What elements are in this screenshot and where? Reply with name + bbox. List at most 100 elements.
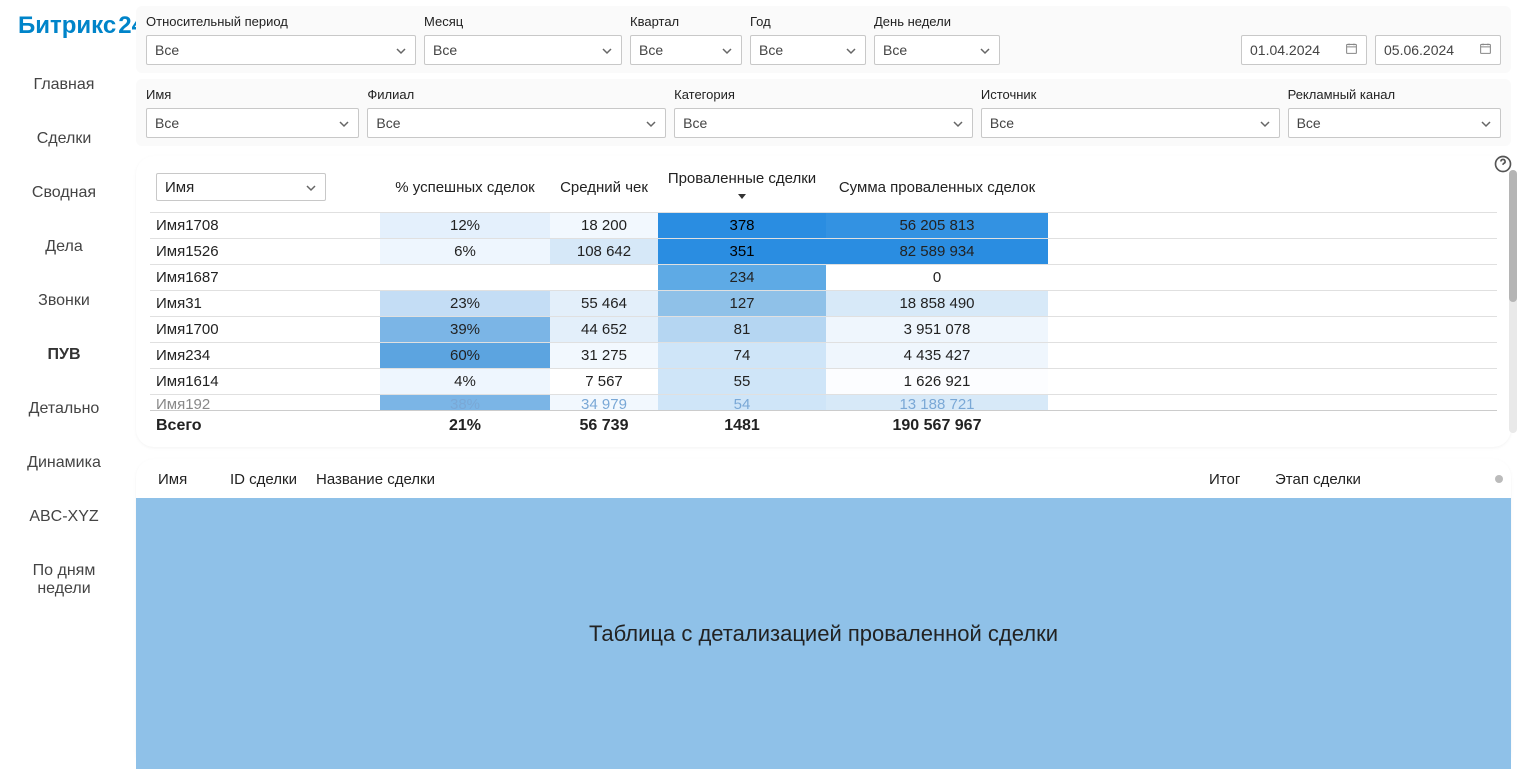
table-row[interactable]: Имя170039%44 652813 951 078 [150,317,1497,343]
cell-fail: 234 [658,265,826,291]
filter-value: Все [433,42,457,58]
chevron-down-icon [338,117,350,129]
calendar-icon [1479,42,1492,58]
cell-name: Имя1526 [150,239,380,265]
filter-value: Все [155,115,179,131]
cell-pct: 6% [380,239,550,265]
summary-table: Имя % успешных сделок Средний чек Провал… [150,166,1497,439]
chevron-down-icon [645,117,657,129]
cell-name: Имя1614 [150,369,380,395]
cell-name: Имя1687 [150,265,380,291]
table-row[interactable]: Имя16144%7 567551 626 921 [150,369,1497,395]
detail-placeholder: Таблица с детализацией проваленной сделк… [136,498,1511,769]
detail-col-itog[interactable]: Итог [1201,471,1267,488]
table-name-dimension-select[interactable]: Имя [156,173,326,201]
filter-label-category: Категория [674,87,973,102]
filter-year[interactable]: Все [750,35,866,65]
scroll-dot-icon [1495,475,1503,483]
detail-col-id[interactable]: ID сделки [222,471,308,488]
filter-value: Все [759,42,783,58]
scrollbar[interactable] [1509,170,1517,433]
cell-fail: 127 [658,291,826,317]
cell-sum: 18 858 490 [826,291,1048,317]
chevron-down-icon [1480,117,1492,129]
sidebar-item-9[interactable]: По дням недели [0,544,128,616]
filter-label-weekday: День недели [874,14,1000,29]
table-row[interactable]: Имя23460%31 275744 435 427 [150,343,1497,369]
sidebar-item-0[interactable]: Главная [0,58,128,112]
date-from-input[interactable]: 01.04.2024 [1241,35,1367,65]
cell-name: Имя31 [150,291,380,317]
col-header-avg[interactable]: Средний чек [550,166,658,213]
cell-fail: 351 [658,239,826,265]
filter-value: Все [683,115,707,131]
sidebar-item-4[interactable]: Звонки [0,274,128,328]
logo-text-a: Битрикс [18,12,116,40]
chevron-down-icon [395,44,407,56]
total-sum: 190 567 967 [826,411,1048,440]
chevron-down-icon [721,44,733,56]
total-pct: 21% [380,411,550,440]
filter-branch[interactable]: Все [367,108,666,138]
filter-source[interactable]: Все [981,108,1280,138]
calendar-icon [1345,42,1358,58]
table-row[interactable]: Имя170812%18 20037856 205 813 [150,213,1497,239]
filter-label-branch: Филиал [367,87,666,102]
sidebar-item-8[interactable]: ABC-XYZ [0,490,128,544]
filter-label-rel-period: Относительный период [146,14,416,29]
table-name-dimension-value: Имя [165,179,194,196]
table-row[interactable]: Имя3123%55 46412718 858 490 [150,291,1497,317]
sidebar-item-5[interactable]: ПУВ [0,328,128,382]
cell-fail: 54 [658,395,826,411]
col-header-pct[interactable]: % успешных сделок [380,166,550,213]
cell-fail: 81 [658,317,826,343]
date-to-value: 05.06.2024 [1384,42,1454,58]
col-header-fail[interactable]: Проваленные сделки [658,166,826,213]
sidebar: Битрикс24 ГлавнаяСделкиСводнаяДелаЗвонки… [0,0,128,769]
filter-label-ads: Рекламный канал [1288,87,1501,102]
detail-col-name[interactable]: Имя [150,471,222,488]
cell-fail: 74 [658,343,826,369]
detail-col-stage[interactable]: Этап сделки [1267,471,1497,488]
scrollbar-thumb[interactable] [1509,170,1517,302]
cell-name: Имя192 [150,395,380,411]
top-filter-bar: Относительный период Все Месяц Все Кварт… [136,6,1511,73]
sort-desc-icon [738,187,746,195]
sidebar-item-6[interactable]: Детально [0,382,128,436]
chevron-down-icon [305,181,317,193]
cell-avg: 34 979 [550,395,658,411]
second-filter-bar: Имя Все Филиал Все Категория Все [136,79,1511,146]
cell-avg: 7 567 [550,369,658,395]
filter-value: Все [990,115,1014,131]
filter-category[interactable]: Все [674,108,973,138]
filter-rel-period[interactable]: Все [146,35,416,65]
filter-weekday[interactable]: Все [874,35,1000,65]
cell-sum: 4 435 427 [826,343,1048,369]
cell-sum: 1 626 921 [826,369,1048,395]
filter-month[interactable]: Все [424,35,622,65]
filter-name[interactable]: Все [146,108,359,138]
chevron-down-icon [952,117,964,129]
date-to-input[interactable]: 05.06.2024 [1375,35,1501,65]
sidebar-item-1[interactable]: Сделки [0,112,128,166]
sidebar-item-7[interactable]: Динамика [0,436,128,490]
cell-sum: 3 951 078 [826,317,1048,343]
chevron-down-icon [601,44,613,56]
filter-value: Все [883,42,907,58]
table-row[interactable]: Имя16872340 [150,265,1497,291]
filter-label-name: Имя [146,87,359,102]
filter-quarter[interactable]: Все [630,35,742,65]
table-row[interactable]: Имя15266%108 64235182 589 934 [150,239,1497,265]
sidebar-item-2[interactable]: Сводная [0,166,128,220]
cell-pct [380,265,550,291]
detail-col-title[interactable]: Название сделки [308,471,1201,488]
logo: Битрикс24 [0,8,128,58]
cell-pct: 39% [380,317,550,343]
sidebar-item-3[interactable]: Дела [0,220,128,274]
col-header-sum[interactable]: Сумма проваленных сделок [826,166,1048,213]
filter-ads[interactable]: Все [1288,108,1501,138]
table-row[interactable]: Имя19238%34 9795413 188 721 [150,395,1497,411]
total-avg: 56 739 [550,411,658,440]
filter-label-quarter: Квартал [630,14,742,29]
cell-pct: 4% [380,369,550,395]
